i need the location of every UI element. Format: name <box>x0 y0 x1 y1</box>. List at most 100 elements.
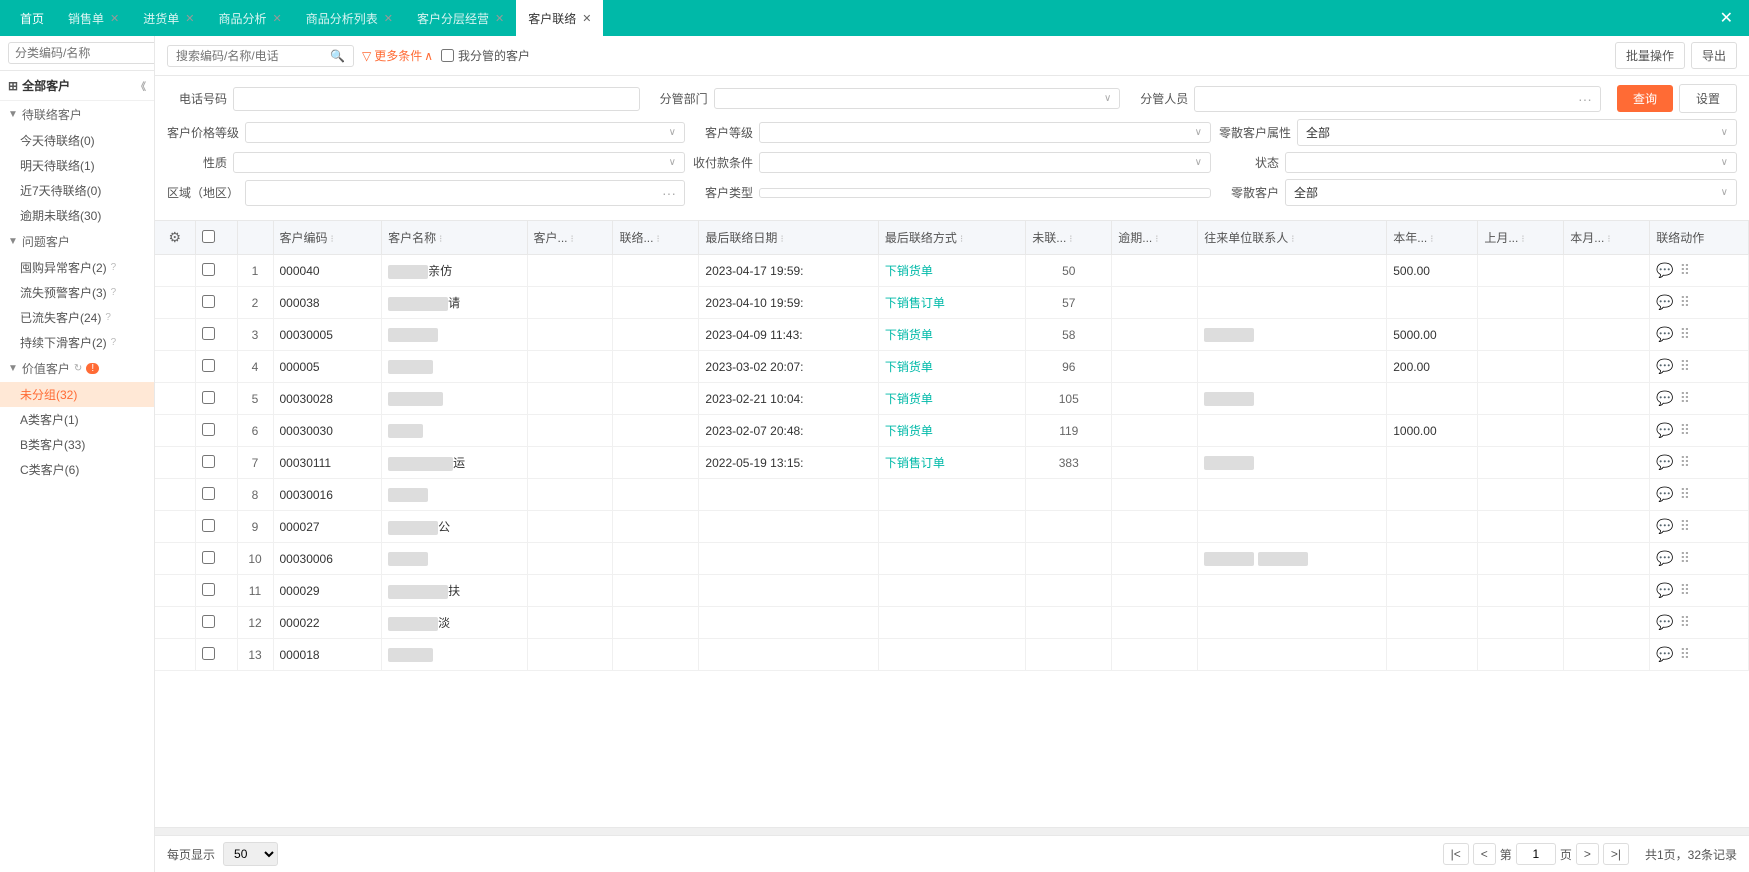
sidebar-item-abnormal[interactable]: 囤购异常客户(2) ? <box>0 255 154 280</box>
code-col-header[interactable]: 客户编码⁝ <box>273 221 382 255</box>
sidebar-item-overdue-pending[interactable]: 逾期未联络(30) <box>0 203 154 228</box>
main-search-input[interactable] <box>176 49 326 63</box>
no-contact-col-header[interactable]: 未联...⁝ <box>1026 221 1112 255</box>
chat-icon[interactable]: 💬 <box>1656 582 1673 599</box>
row-checkbox-cell[interactable] <box>195 479 237 511</box>
nav-tab-customer-segment[interactable]: 客户分层经营 ✕ <box>405 0 516 36</box>
checkbox-col-header[interactable] <box>195 221 237 255</box>
last-page-button[interactable]: >| <box>1603 843 1629 865</box>
sidebar-group-value[interactable]: ▼ 价值客户 ↻ ! <box>0 355 154 382</box>
help-icon-abnormal[interactable]: ? <box>111 262 117 273</box>
contact-way-link[interactable]: 下销货单 <box>885 264 933 278</box>
select-all-checkbox[interactable] <box>202 230 215 243</box>
more-filters-button[interactable]: ▽ 更多条件 ∧ <box>362 47 433 64</box>
chat-icon[interactable]: 💬 <box>1656 326 1673 343</box>
per-page-select[interactable]: 50 100 200 <box>223 842 278 866</box>
help-icon-churn-warning[interactable]: ? <box>111 287 117 298</box>
page-number-input[interactable] <box>1516 843 1556 865</box>
sidebar-all-customers[interactable]: ⊞ 全部客户 《 <box>0 71 154 101</box>
chat-icon[interactable]: 💬 <box>1656 614 1673 631</box>
more-icon[interactable]: ⠿ <box>1680 294 1690 311</box>
sidebar-group-problem[interactable]: ▼ 问题客户 <box>0 228 154 255</box>
close-sales-tab[interactable]: ✕ <box>110 12 119 25</box>
last-month-col-header[interactable]: 上月...⁝ <box>1478 221 1564 255</box>
contact-way-link[interactable]: 下销货单 <box>885 392 933 406</box>
more-icon[interactable]: ⠿ <box>1680 646 1690 663</box>
more-icon[interactable]: ⠿ <box>1680 486 1690 503</box>
customer-level-select[interactable]: ∨ <box>759 122 1211 143</box>
chat-icon[interactable]: 💬 <box>1656 294 1673 311</box>
row-checkbox-cell[interactable] <box>195 543 237 575</box>
row-checkbox-cell[interactable] <box>195 415 237 447</box>
type-col-header[interactable]: 客户...⁝ <box>527 221 613 255</box>
sidebar-item-churned[interactable]: 已流失客户(24) ? <box>0 305 154 330</box>
contact-way-link[interactable]: 下销货单 <box>885 328 933 342</box>
region-select[interactable]: ··· <box>245 180 685 206</box>
more-icon[interactable]: ⠿ <box>1680 582 1690 599</box>
first-page-button[interactable]: |< <box>1443 843 1469 865</box>
name-col-header[interactable]: 客户名称⁝ <box>382 221 527 255</box>
sidebar-item-today-pending[interactable]: 今天待联络(0) <box>0 128 154 153</box>
more-icon[interactable]: ⠿ <box>1680 422 1690 439</box>
last-contact-date-col-header[interactable]: 最后联络日期⁝ <box>699 221 879 255</box>
horizontal-scrollbar[interactable] <box>155 827 1749 835</box>
nav-tab-purchase[interactable]: 进货单 ✕ <box>131 0 206 36</box>
main-search-icon[interactable]: 🔍 <box>330 49 345 63</box>
row-checkbox-cell[interactable] <box>195 383 237 415</box>
next-page-button[interactable]: > <box>1576 843 1599 865</box>
close-customer-segment-tab[interactable]: ✕ <box>495 12 504 25</box>
nav-home[interactable]: 首页 <box>8 0 56 36</box>
manager-select[interactable]: ··· <box>1194 86 1601 112</box>
chat-icon[interactable]: 💬 <box>1656 262 1673 279</box>
sidebar-item-tomorrow-pending[interactable]: 明天待联络(1) <box>0 153 154 178</box>
row-checkbox-cell[interactable] <box>195 511 237 543</box>
phone-input[interactable] <box>233 87 640 111</box>
close-product-analysis-tab[interactable]: ✕ <box>273 12 282 25</box>
row-checkbox[interactable] <box>202 263 215 276</box>
chat-icon[interactable]: 💬 <box>1656 550 1673 567</box>
chat-icon[interactable]: 💬 <box>1656 486 1673 503</box>
row-checkbox-cell[interactable] <box>195 447 237 479</box>
retail-attr-select[interactable]: 全部 ∨ <box>1297 119 1737 146</box>
row-checkbox[interactable] <box>202 551 215 564</box>
price-level-select[interactable]: ∨ <box>245 122 685 143</box>
row-checkbox[interactable] <box>202 487 215 500</box>
refresh-icon[interactable]: ↻ <box>74 363 82 374</box>
export-button[interactable]: 导出 <box>1691 42 1737 69</box>
chat-icon[interactable]: 💬 <box>1656 358 1673 375</box>
settings-col-header[interactable]: ⚙ <box>155 221 195 255</box>
customer-type-select[interactable] <box>759 188 1211 198</box>
row-checkbox-cell[interactable] <box>195 287 237 319</box>
close-product-analysis-list-tab[interactable]: ✕ <box>384 12 393 25</box>
retail-customer-select[interactable]: 全部 ∨ <box>1285 179 1737 206</box>
sidebar-item-c-customers[interactable]: C类客户(6) <box>0 457 154 482</box>
table-settings-icon[interactable]: ⚙ <box>168 229 181 245</box>
more-icon[interactable]: ⠿ <box>1680 454 1690 471</box>
more-icon[interactable]: ⠿ <box>1680 614 1690 631</box>
nav-tab-product-analysis[interactable]: 商品分析 ✕ <box>206 0 293 36</box>
payment-select[interactable]: ∨ <box>759 152 1211 173</box>
contact-col-header[interactable]: 联络...⁝ <box>613 221 699 255</box>
window-close-button[interactable]: ✕ <box>1712 8 1741 28</box>
row-checkbox-cell[interactable] <box>195 255 237 287</box>
sidebar-search-input[interactable] <box>8 42 155 64</box>
row-checkbox[interactable] <box>202 327 215 340</box>
row-checkbox[interactable] <box>202 583 215 596</box>
row-checkbox[interactable] <box>202 647 215 660</box>
row-checkbox[interactable] <box>202 295 215 308</box>
department-select[interactable]: ∨ <box>714 88 1121 109</box>
more-icon[interactable]: ⠿ <box>1680 550 1690 567</box>
nature-select[interactable]: ∨ <box>233 152 685 173</box>
sidebar-item-7day-pending[interactable]: 近7天待联络(0) <box>0 178 154 203</box>
chat-icon[interactable]: 💬 <box>1656 646 1673 663</box>
overdue-col-header[interactable]: 逾期...⁝ <box>1112 221 1198 255</box>
row-checkbox-cell[interactable] <box>195 351 237 383</box>
more-icon[interactable]: ⠿ <box>1680 262 1690 279</box>
help-icon-declining[interactable]: ? <box>111 337 117 348</box>
row-checkbox-cell[interactable] <box>195 575 237 607</box>
row-checkbox-cell[interactable] <box>195 607 237 639</box>
contact-way-link[interactable]: 下销售订单 <box>885 456 945 470</box>
nav-tab-product-analysis-list[interactable]: 商品分析列表 ✕ <box>294 0 405 36</box>
row-checkbox-cell[interactable] <box>195 319 237 351</box>
company-contact-col-header[interactable]: 往来单位联系人⁝ <box>1198 221 1387 255</box>
